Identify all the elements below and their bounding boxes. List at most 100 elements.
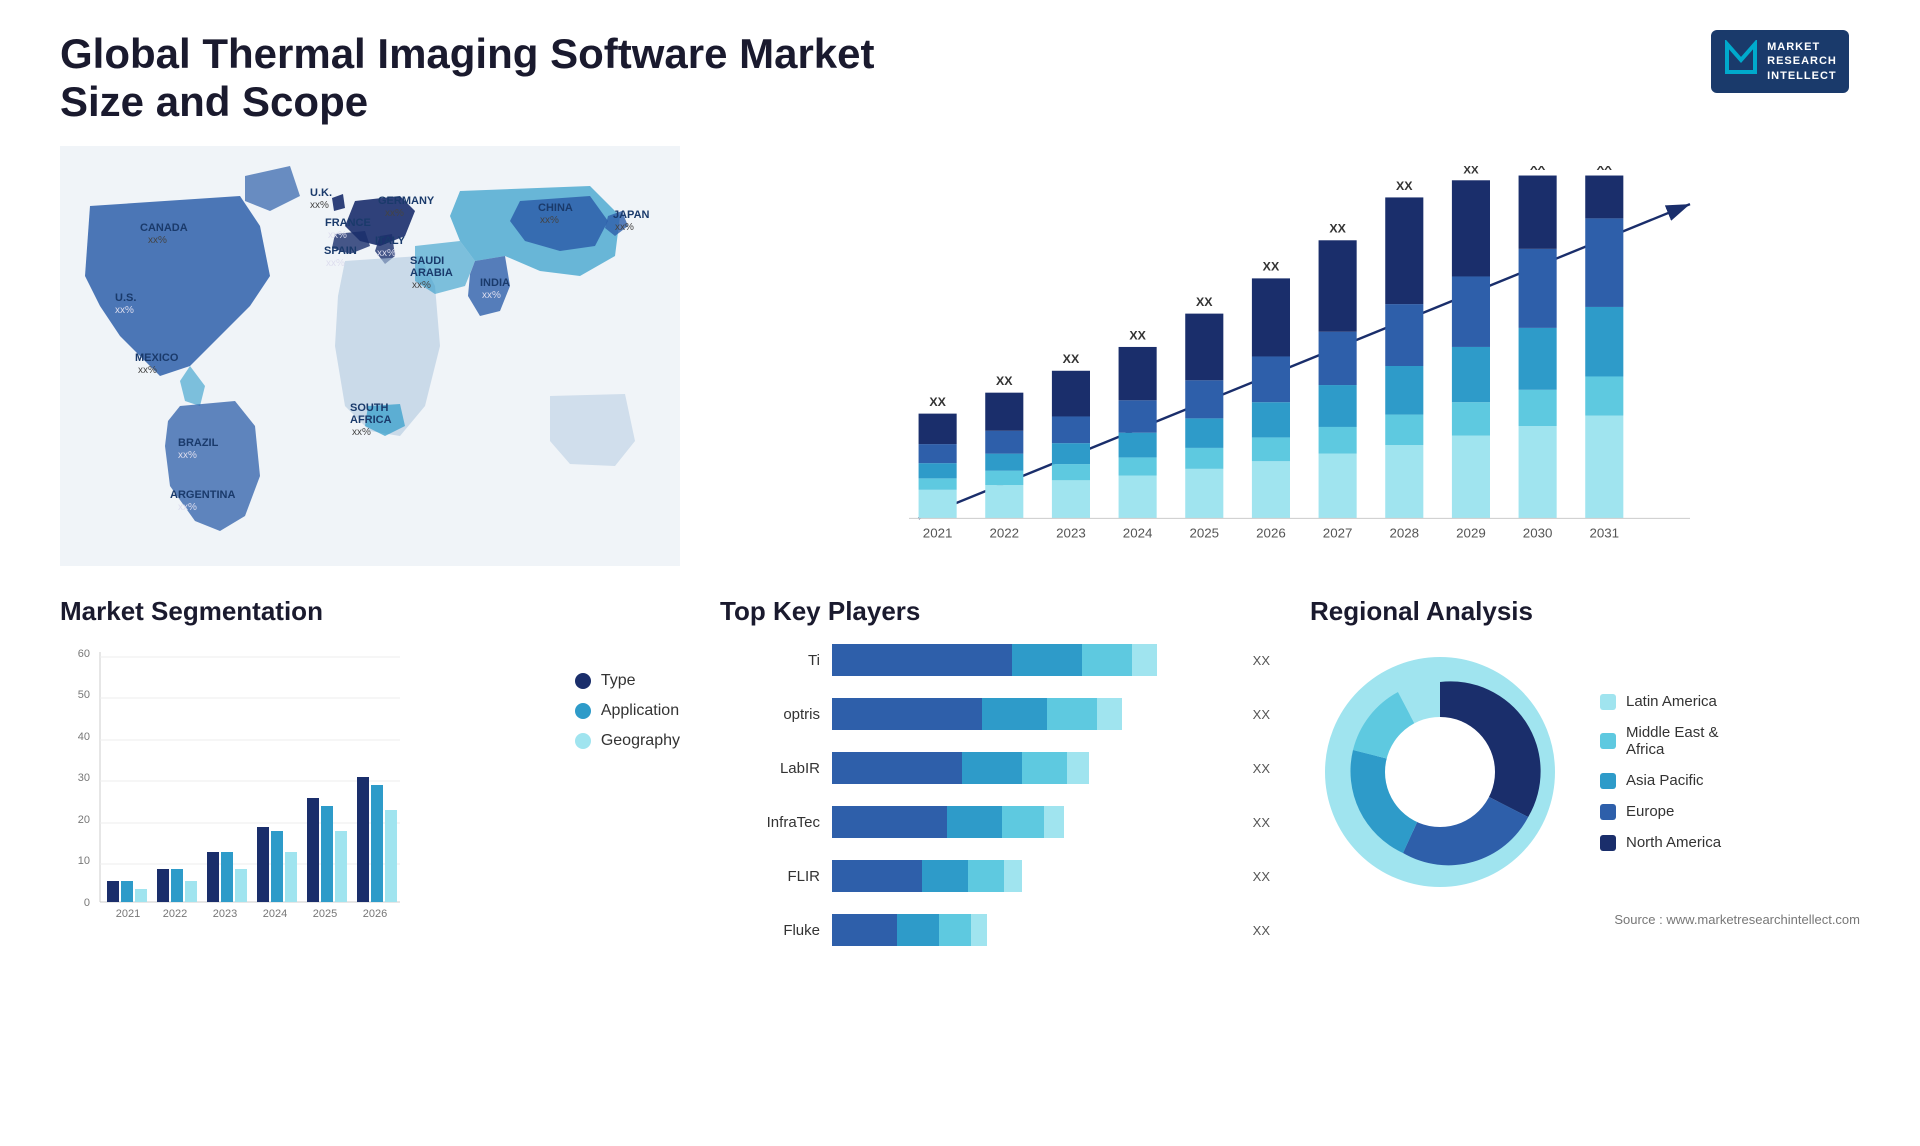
- svg-text:SOUTH: SOUTH: [350, 402, 389, 414]
- svg-text:xx%: xx%: [138, 365, 157, 376]
- svg-text:xx%: xx%: [352, 427, 371, 438]
- svg-text:2026: 2026: [1256, 525, 1286, 540]
- svg-text:MEXICO: MEXICO: [135, 352, 179, 364]
- regional-section: Regional Analysis: [1310, 596, 1860, 982]
- svg-text:XX: XX: [1063, 352, 1080, 366]
- svg-text:2028: 2028: [1389, 525, 1419, 540]
- svg-text:XX: XX: [1463, 166, 1479, 177]
- chart-section: XX XX: [720, 146, 1860, 566]
- legend-geography: Geography: [575, 732, 680, 750]
- svg-text:xx%: xx%: [385, 208, 404, 219]
- svg-text:30: 30: [78, 772, 90, 784]
- svg-text:xx%: xx%: [178, 502, 197, 513]
- legend-latin-america: Latin America: [1600, 693, 1721, 710]
- svg-text:2024: 2024: [263, 908, 287, 920]
- svg-text:2021: 2021: [923, 525, 953, 540]
- regional-title: Regional Analysis: [1310, 596, 1860, 627]
- svg-text:50: 50: [78, 689, 90, 701]
- svg-text:2027: 2027: [1323, 525, 1353, 540]
- svg-text:XX: XX: [1396, 179, 1413, 193]
- svg-text:XX: XX: [996, 374, 1013, 388]
- svg-text:BRAZIL: BRAZIL: [178, 437, 219, 449]
- svg-text:2022: 2022: [163, 908, 187, 920]
- svg-text:AFRICA: AFRICA: [350, 414, 392, 426]
- svg-text:60: 60: [78, 648, 90, 660]
- svg-text:XX: XX: [1196, 295, 1213, 309]
- svg-text:ARABIA: ARABIA: [410, 267, 453, 279]
- svg-text:xx%: xx%: [148, 235, 167, 246]
- svg-text:XX: XX: [1263, 260, 1280, 274]
- player-row-flir: FLIR XX: [720, 858, 1270, 894]
- svg-text:GERMANY: GERMANY: [378, 195, 435, 207]
- logo-letter: [1723, 40, 1759, 83]
- player-row-labir: LabIR XX: [720, 750, 1270, 786]
- svg-text:XX: XX: [1597, 166, 1613, 173]
- legend-type-dot: [575, 673, 591, 689]
- svg-text:xx%: xx%: [615, 222, 634, 233]
- source-text: Source : www.marketresearchintellect.com: [1310, 912, 1860, 927]
- legend-europe: Europe: [1600, 803, 1721, 820]
- svg-text:XX: XX: [929, 395, 946, 409]
- svg-text:xx%: xx%: [178, 450, 197, 461]
- page-wrapper: Global Thermal Imaging Software Market S…: [0, 0, 1920, 1146]
- player-row-ti: Ti XX: [720, 642, 1270, 678]
- seg-chart-container: 0 10 20 30 40 50 60: [60, 642, 680, 982]
- legend-application: Application: [575, 702, 680, 720]
- header: Global Thermal Imaging Software Market S…: [60, 30, 1860, 126]
- legend-geo-dot: [575, 733, 591, 749]
- svg-text:U.K.: U.K.: [310, 187, 332, 199]
- logo-text: MARKET RESEARCH INTELLECT: [1767, 40, 1837, 83]
- svg-text:JAPAN: JAPAN: [613, 209, 650, 221]
- regional-legend: Latin America Middle East &Africa Asia P…: [1600, 693, 1721, 851]
- legend-mea: Middle East &Africa: [1600, 724, 1721, 758]
- legend-north-america: North America: [1600, 834, 1721, 851]
- regional-container: Latin America Middle East &Africa Asia P…: [1310, 642, 1860, 902]
- player-row-fluke: Fluke XX: [720, 912, 1270, 948]
- svg-text:20: 20: [78, 814, 90, 826]
- svg-text:xx%: xx%: [377, 248, 396, 259]
- svg-text:2023: 2023: [213, 908, 237, 920]
- svg-text:SAUDI: SAUDI: [410, 255, 444, 267]
- legend-type: Type: [575, 672, 680, 690]
- svg-text:CHINA: CHINA: [538, 202, 573, 214]
- svg-text:0: 0: [84, 897, 90, 909]
- svg-text:ITALY: ITALY: [375, 235, 406, 247]
- seg-legend: Type Application Geography: [575, 642, 680, 750]
- svg-text:SPAIN: SPAIN: [324, 245, 357, 257]
- svg-text:2024: 2024: [1123, 525, 1153, 540]
- map-container: CANADA xx% U.S. xx% MEXICO xx% BRAZIL xx…: [60, 146, 680, 566]
- legend-app-dot: [575, 703, 591, 719]
- logo-area: MARKET RESEARCH INTELLECT: [1700, 30, 1860, 93]
- svg-text:2025: 2025: [1189, 525, 1219, 540]
- svg-text:2029: 2029: [1456, 525, 1486, 540]
- world-map-svg: CANADA xx% U.S. xx% MEXICO xx% BRAZIL xx…: [60, 146, 680, 566]
- map-section: CANADA xx% U.S. xx% MEXICO xx% BRAZIL xx…: [60, 146, 680, 566]
- svg-text:XX: XX: [1329, 222, 1346, 236]
- main-content: CANADA xx% U.S. xx% MEXICO xx% BRAZIL xx…: [60, 146, 1860, 982]
- svg-text:xx%: xx%: [115, 305, 134, 316]
- player-row-optris: optris XX: [720, 696, 1270, 732]
- svg-text:2022: 2022: [989, 525, 1019, 540]
- svg-text:2026: 2026: [363, 908, 387, 920]
- svg-text:2023: 2023: [1056, 525, 1086, 540]
- svg-text:2030: 2030: [1523, 525, 1553, 540]
- donut-chart: [1310, 642, 1570, 902]
- logo-box: MARKET RESEARCH INTELLECT: [1711, 30, 1849, 93]
- segmentation-section: Market Segmentation 0 10 20 30 40 5: [60, 596, 680, 982]
- players-title: Top Key Players: [720, 596, 1270, 627]
- segmentation-svg: 0 10 20 30 40 50 60: [60, 642, 420, 942]
- legend-asia-pacific: Asia Pacific: [1600, 772, 1721, 789]
- seg-chart-area: 0 10 20 30 40 50 60: [60, 642, 555, 982]
- svg-text:FRANCE: FRANCE: [325, 217, 371, 229]
- player-row-infratec: InfraTec XX: [720, 804, 1270, 840]
- svg-text:2031: 2031: [1589, 525, 1619, 540]
- segmentation-title: Market Segmentation: [60, 596, 680, 627]
- svg-text:ARGENTINA: ARGENTINA: [170, 489, 235, 501]
- svg-text:xx%: xx%: [328, 230, 347, 241]
- svg-text:2021: 2021: [116, 908, 140, 920]
- svg-text:xx%: xx%: [326, 258, 345, 269]
- svg-text:CANADA: CANADA: [140, 222, 188, 234]
- svg-text:10: 10: [78, 855, 90, 867]
- players-section: Top Key Players Ti XX optr: [720, 596, 1270, 982]
- svg-text:xx%: xx%: [412, 280, 431, 291]
